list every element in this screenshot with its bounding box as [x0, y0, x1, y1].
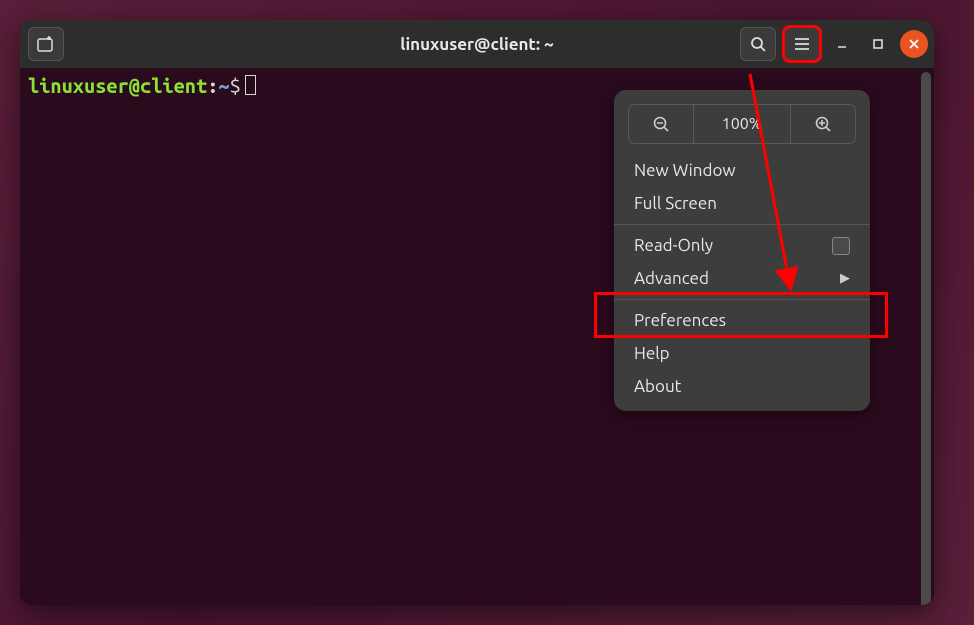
menu-label: Read-Only [634, 236, 713, 255]
menu-divider [614, 299, 870, 300]
close-icon [908, 38, 920, 50]
zoom-in-icon [814, 115, 832, 133]
minimize-button[interactable] [828, 30, 856, 58]
menu-item-preferences[interactable]: Preferences [614, 304, 870, 337]
menu-item-read-only[interactable]: Read-Only [614, 229, 870, 262]
zoom-in-button[interactable] [791, 105, 855, 143]
menu-label: Help [634, 344, 670, 363]
maximize-button[interactable] [864, 30, 892, 58]
close-button[interactable] [900, 30, 928, 58]
prompt-path: ~ [218, 74, 229, 97]
zoom-controls: 100% [628, 104, 856, 144]
search-button[interactable] [740, 27, 776, 61]
hamburger-menu-button[interactable] [784, 27, 820, 61]
zoom-out-icon [652, 115, 670, 133]
titlebar-controls [740, 27, 928, 61]
menu-label: Advanced [634, 269, 709, 288]
maximize-icon [872, 38, 884, 50]
menu-label: Full Screen [634, 194, 717, 213]
zoom-level-label[interactable]: 100% [693, 105, 791, 143]
new-tab-icon [37, 36, 55, 52]
prompt-user-host: linuxuser@client [28, 74, 207, 97]
menu-item-advanced[interactable]: Advanced ▶ [614, 262, 870, 295]
text-cursor [245, 75, 256, 95]
menu-label: About [634, 377, 681, 396]
minimize-icon [836, 38, 848, 50]
search-icon [750, 36, 766, 52]
titlebar: linuxuser@client: ~ [20, 20, 934, 68]
prompt-colon: : [207, 74, 218, 97]
menu-divider [614, 224, 870, 225]
app-menu-popup: 100% New Window Full Screen Read-Only Ad… [614, 90, 870, 411]
menu-item-new-window[interactable]: New Window [614, 154, 870, 187]
hamburger-icon [794, 37, 810, 51]
read-only-checkbox[interactable] [832, 237, 850, 255]
menu-label: New Window [634, 161, 736, 180]
menu-item-about[interactable]: About [614, 370, 870, 403]
prompt-dollar: $ [230, 74, 241, 97]
window-title: linuxuser@client: ~ [400, 35, 553, 54]
menu-item-help[interactable]: Help [614, 337, 870, 370]
scrollbar[interactable] [921, 72, 931, 605]
chevron-right-icon: ▶ [840, 271, 850, 286]
zoom-out-button[interactable] [629, 105, 693, 143]
menu-item-full-screen[interactable]: Full Screen [614, 187, 870, 220]
menu-label: Preferences [634, 311, 726, 330]
new-tab-button[interactable] [28, 27, 64, 61]
